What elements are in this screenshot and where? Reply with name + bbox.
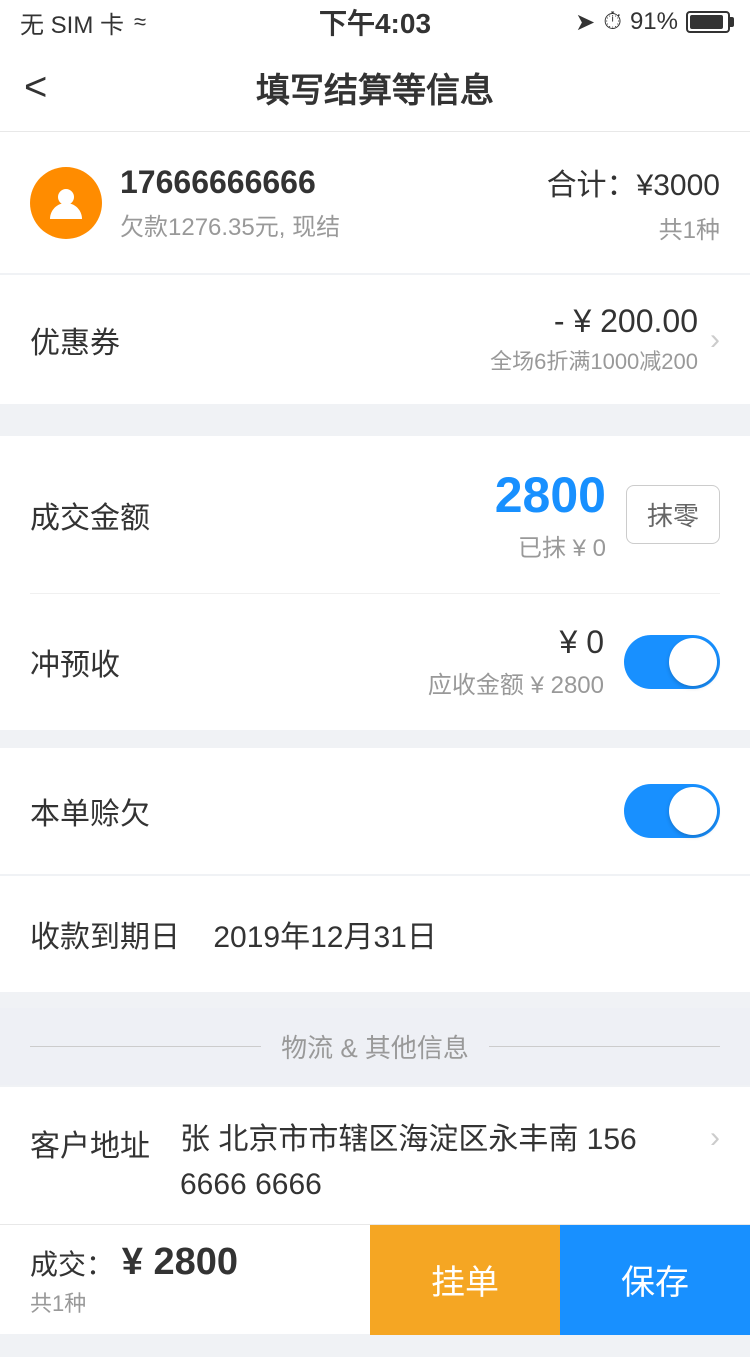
- section-divider-1: [0, 420, 750, 436]
- credit-toggle-knob: [669, 787, 717, 835]
- bottom-count: 共1种: [30, 1286, 340, 1318]
- precharge-right: ¥ 0 应收金额 ¥ 2800: [428, 624, 720, 700]
- address-label: 客户地址: [30, 1121, 150, 1165]
- bottom-summary: 成交： ¥ 2800 共1种: [0, 1241, 370, 1318]
- bottom-bar: 成交： ¥ 2800 共1种 挂单 保存: [0, 1224, 750, 1334]
- precharge-sub: 应收金额 ¥ 2800: [428, 665, 604, 700]
- address-chevron-icon: ›: [710, 1121, 720, 1155]
- due-date-value: 2019年12月31日: [213, 921, 436, 954]
- user-info: 17666666666 欠款1276.35元, 现结: [120, 164, 340, 242]
- battery-percent: 91%: [630, 8, 678, 36]
- due-date-label-text: 收款到期日: [30, 921, 180, 954]
- user-left: 17666666666 欠款1276.35元, 现结: [30, 164, 340, 242]
- credit-section: 本单赊欠: [0, 748, 750, 874]
- precharge-row: 冲预收 ¥ 0 应收金额 ¥ 2800: [30, 594, 720, 730]
- logistics-line-left: [30, 1046, 261, 1047]
- deal-amount-label: 成交金额: [30, 493, 150, 537]
- precharge-amount: ¥ 0: [428, 624, 604, 661]
- deal-amount-block: 2800 已抹 ¥ 0: [495, 466, 606, 563]
- address-section[interactable]: 客户地址 张 北京市市辖区海淀区永丰南 156 6666 6666 ›: [0, 1087, 750, 1237]
- precharge-toggle[interactable]: [624, 635, 720, 689]
- user-total: 合计：¥3000: [547, 160, 720, 204]
- save-button[interactable]: 保存: [560, 1225, 750, 1335]
- status-left: 无 SIM 卡 ≈: [20, 5, 146, 40]
- deal-amount-right: 2800 已抹 ¥ 0 抹零: [495, 466, 720, 563]
- nav-bar: < 填写结算等信息: [0, 44, 750, 132]
- alarm-icon: ⏱: [603, 8, 622, 36]
- bottom-deal-row: 成交： ¥ 2800: [30, 1241, 340, 1284]
- precharge-value-block: ¥ 0 应收金额 ¥ 2800: [428, 624, 604, 700]
- precharge-label: 冲预收: [30, 640, 120, 684]
- deal-amount-row: 成交金额 2800 已抹 ¥ 0 抹零: [30, 436, 720, 594]
- coupon-row[interactable]: 优惠券 - ¥ 200.00 全场6折满1000减200 ›: [0, 275, 750, 404]
- page-title: 填写结算等信息: [256, 63, 494, 112]
- deal-amount-number: 2800: [495, 466, 606, 524]
- status-right: ➤ ⏱ 91%: [575, 8, 730, 37]
- coupon-amount: - ¥ 200.00: [490, 303, 698, 340]
- user-count: 共1种: [547, 210, 720, 245]
- user-card: 17666666666 欠款1276.35元, 现结 合计：¥3000 共1种: [0, 132, 750, 273]
- status-time: 下午4:03: [319, 2, 431, 42]
- section-divider-2: [0, 732, 750, 748]
- wifi-icon: ≈: [134, 9, 146, 35]
- location-icon: ➤: [575, 8, 595, 37]
- battery-fill: [690, 15, 723, 29]
- chevron-right-icon: ›: [710, 323, 720, 357]
- back-button[interactable]: <: [24, 65, 47, 110]
- toggle-knob: [669, 638, 717, 686]
- due-date-section: 收款到期日 2019年12月31日: [0, 876, 750, 992]
- bottom-amount: ¥ 2800: [122, 1241, 238, 1283]
- hold-button[interactable]: 挂单: [370, 1225, 560, 1335]
- due-date-label: 收款到期日 2019年12月31日: [30, 921, 437, 954]
- credit-label: 本单赊欠: [30, 789, 150, 833]
- amount-section: 成交金额 2800 已抹 ¥ 0 抹零 冲预收 ¥ 0 应收金额 ¥ 2800: [0, 436, 750, 730]
- battery-icon: [686, 11, 730, 33]
- user-right: 合计：¥3000 共1种: [547, 160, 720, 245]
- logistics-divider: 物流 & 其他信息: [0, 1008, 750, 1085]
- address-value: 张 北京市市辖区海淀区永丰南 156 6666 6666: [180, 1117, 698, 1207]
- user-phone: 17666666666: [120, 164, 340, 201]
- status-bar: 无 SIM 卡 ≈ 下午4:03 ➤ ⏱ 91%: [0, 0, 750, 44]
- deal-amount-sub: 已抹 ¥ 0: [495, 528, 606, 563]
- user-debt: 欠款1276.35元, 现结: [120, 207, 340, 242]
- coupon-right: - ¥ 200.00 全场6折满1000减200 ›: [490, 303, 720, 376]
- logistics-text: 物流 & 其他信息: [281, 1028, 469, 1065]
- credit-row: 本单赊欠: [30, 748, 720, 874]
- content: 17666666666 欠款1276.35元, 现结 合计：¥3000 共1种 …: [0, 132, 750, 1357]
- avatar: [30, 167, 102, 239]
- coupon-value: - ¥ 200.00 全场6折满1000减200: [490, 303, 698, 376]
- round-button[interactable]: 抹零: [626, 485, 720, 544]
- bottom-deal-label: 成交：: [30, 1249, 114, 1280]
- credit-toggle[interactable]: [624, 784, 720, 838]
- carrier-label: 无 SIM 卡: [20, 5, 124, 40]
- logistics-line-right: [489, 1046, 720, 1047]
- coupon-label: 优惠券: [30, 318, 120, 362]
- coupon-desc: 全场6折满1000减200: [490, 344, 698, 376]
